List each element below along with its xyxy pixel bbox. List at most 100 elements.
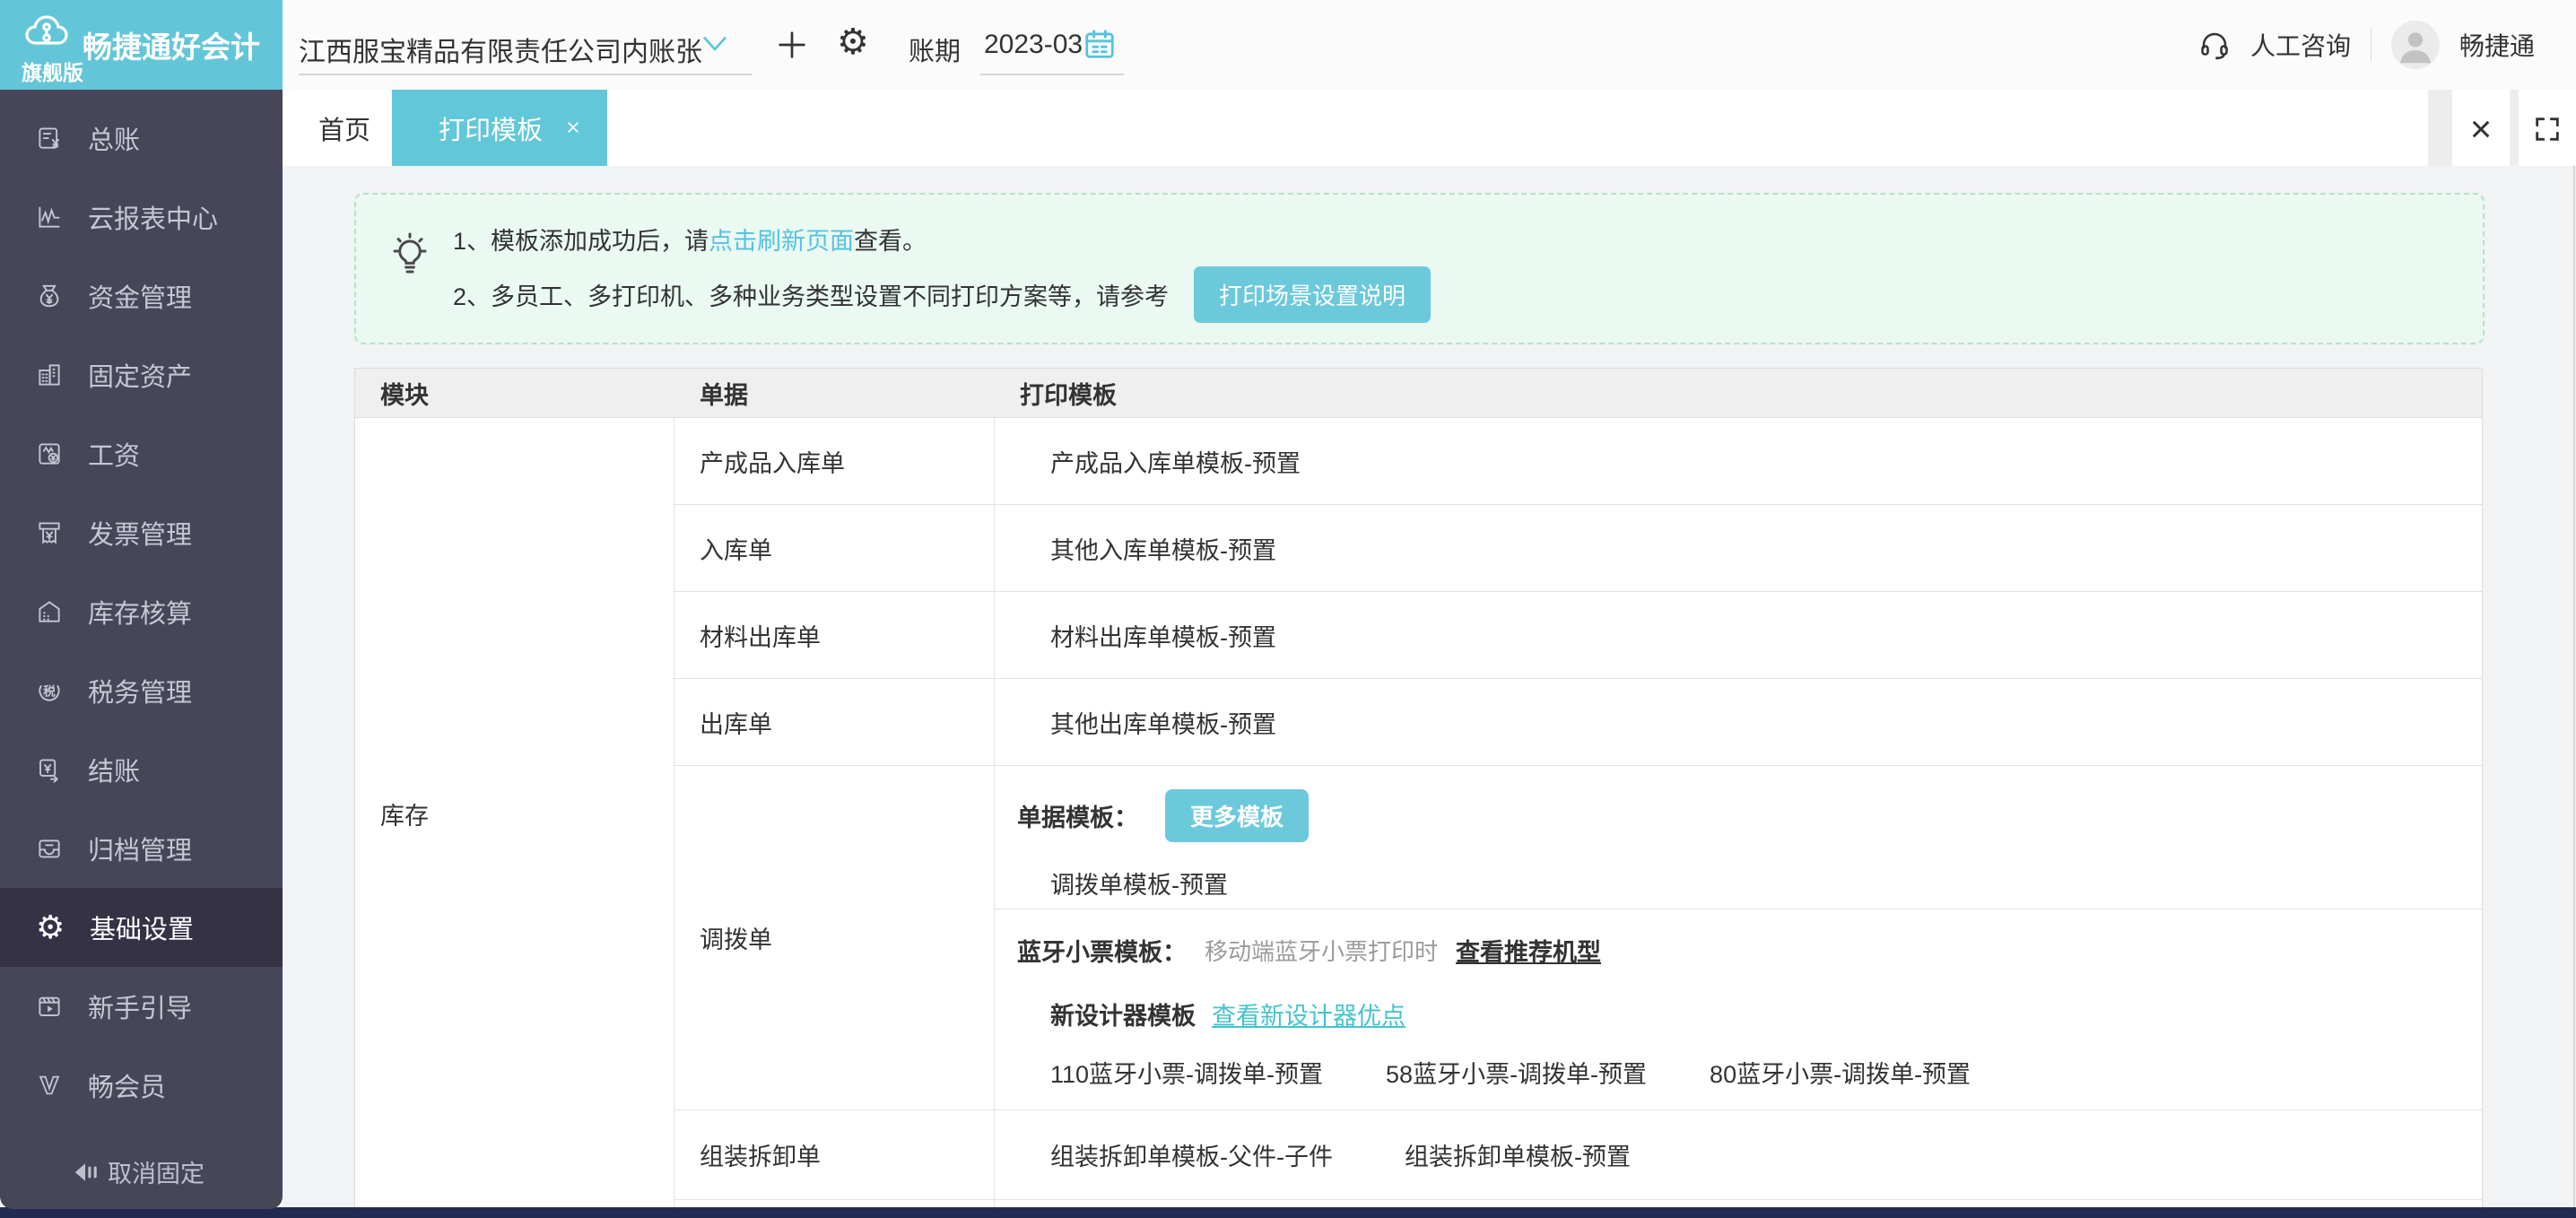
sidebar: 畅捷通好会计 旗舰版 总账 云报表中心 资金管理 固定资产 工资 发票管理 库存… <box>0 0 283 1209</box>
calendar-icon[interactable] <box>1083 27 1117 61</box>
close-page-button[interactable]: × <box>2452 90 2510 169</box>
document-name: 出库单 <box>674 679 995 765</box>
tax-icon: 税 <box>39 684 60 701</box>
template-name[interactable]: 80蓝牙小票-调拨单-预置 <box>1710 1055 1971 1090</box>
app-logo: 畅捷通好会计 旗舰版 <box>0 0 283 90</box>
sidebar-item-salary[interactable]: 工资 <box>0 414 283 493</box>
recommended-models-link[interactable]: 查看推荐机型 <box>1456 933 1601 968</box>
headset-icon[interactable] <box>2198 29 2231 61</box>
avatar[interactable] <box>2390 21 2440 69</box>
document-name: 组装拆卸单 <box>674 1110 995 1199</box>
table-body: 库存 产成品入库单 产成品入库单模板-预置 入库单 其他入库单模板-预置 材料出… <box>355 418 2482 1209</box>
sidebar-item-general-ledger[interactable]: 总账 <box>0 99 283 178</box>
sidebar-item-label: 总账 <box>88 126 141 155</box>
fullscreen-icon <box>2536 117 2559 141</box>
template-name[interactable]: 产成品入库单模板-预置 <box>995 418 2482 504</box>
notice-text: 查看。 <box>854 227 927 255</box>
guide-video-icon <box>39 996 60 1016</box>
sidebar-item-tax[interactable]: 税 税务管理 <box>0 651 283 730</box>
sidebar-item-label: 云报表中心 <box>88 205 219 234</box>
document-name: 入库单 <box>674 505 995 591</box>
sidebar-item-label: 资金管理 <box>88 284 193 313</box>
new-designer-label: 新设计器模板 <box>1050 1003 1196 1030</box>
designer-benefits-link[interactable]: 查看新设计器优点 <box>1212 996 1405 1031</box>
template-name[interactable]: 其他入库单模板-预置 <box>995 505 2482 591</box>
settings-gear-icon[interactable]: ⚙ <box>837 22 869 63</box>
sidebar-item-label: 税务管理 <box>88 679 193 708</box>
period-underline <box>980 74 1124 75</box>
tab-print-template[interactable]: 打印模板 × <box>392 90 607 166</box>
content-area: 1、模板添加成功后，请 点击刷新页面 查看。 2、多员工、多打印机、多种业务类型设置… <box>283 166 2576 1209</box>
table-row: 产成品入库单 产成品入库单模板-预置 <box>674 418 2482 505</box>
bluetooth-hint: 移动端蓝牙小票打印时 <box>1205 938 1439 965</box>
template-name[interactable]: 组装拆卸单模板-父件-子件 <box>1050 1137 1333 1172</box>
fullscreen-button[interactable] <box>2519 90 2576 169</box>
scrollbar[interactable] <box>2573 166 2575 1209</box>
sidebar-item-fixed-assets[interactable]: 固定资产 <box>0 335 283 414</box>
company-underline <box>299 74 752 75</box>
more-templates-button[interactable]: 更多模板 <box>1165 789 1310 842</box>
print-scene-settings-button[interactable]: 打印场景设置说明 <box>1194 266 1432 323</box>
sidebar-item-label: 工资 <box>88 442 141 471</box>
template-name[interactable]: 调拨单模板-预置 <box>1017 866 2482 900</box>
template-name[interactable]: 组装拆卸单模板-预置 <box>1405 1137 1631 1172</box>
template-name[interactable]: 材料出库单模板-预置 <box>995 592 2482 678</box>
period-value[interactable]: 2023-03 <box>984 30 1083 60</box>
unpin-sidebar-button[interactable]: 取消固定 <box>70 1154 205 1189</box>
table-row: 组装拆卸单 组装拆卸单模板-父件-子件 组装拆卸单模板-预置 <box>674 1110 2482 1200</box>
table-header: 模块 单据 打印模板 <box>355 369 2482 418</box>
topbar: 江西服宝精品有限责任公司内账张 ⚙ 账期 2023-03 人工咨询 畅捷通 <box>283 0 2576 90</box>
tab-home[interactable]: 首页 <box>318 90 370 166</box>
sidebar-item-label: 结账 <box>88 758 141 787</box>
document-name: 调拨单 <box>674 766 995 1109</box>
notice-box: 1、模板添加成功后，请 点击刷新页面 查看。 2、多员工、多打印机、多种业务类型设置… <box>354 193 2485 344</box>
sidebar-item-invoices[interactable]: 发票管理 <box>0 493 283 572</box>
sidebar-item-beginner-guide[interactable]: 新手引导 <box>0 967 283 1046</box>
sidebar-item-archive[interactable]: 归档管理 <box>0 809 283 888</box>
money-bag-icon <box>39 284 59 308</box>
sidebar-item-cloud-reports[interactable]: 云报表中心 <box>0 178 283 257</box>
sidebar-item-label: 畅会员 <box>88 1074 167 1102</box>
sidebar-item-label: 基础设置 <box>90 916 195 944</box>
gear-icon: ⚙ <box>36 909 65 945</box>
table-row: 出库单 其他出库单模板-预置 <box>674 679 2482 766</box>
tab-close-icon[interactable]: × <box>566 114 580 142</box>
notice-text: 2、多员工、多打印机、多种业务类型设置不同打印方案等，请参考 <box>453 283 1170 310</box>
template-name[interactable]: 110蓝牙小票-调拨单-预置 <box>1050 1055 1323 1090</box>
sidebar-item-basic-settings[interactable]: ⚙ 基础设置 <box>0 888 283 967</box>
column-header-document: 单据 <box>700 381 748 409</box>
close-icon: × <box>2469 108 2493 150</box>
cloud-logo-icon <box>23 11 74 56</box>
sidebar-menu: 总账 云报表中心 资金管理 固定资产 工资 发票管理 库存核算 税 税务管理 结… <box>0 90 283 1125</box>
ledger-icon <box>39 127 59 149</box>
username[interactable]: 畅捷通 <box>2459 27 2535 63</box>
chevron-down-icon[interactable] <box>701 34 729 54</box>
add-account-button[interactable] <box>774 27 810 63</box>
bottom-bar <box>0 1207 2576 1218</box>
unpin-icon <box>74 1162 97 1181</box>
closing-icon <box>39 759 59 783</box>
window-buttons: × <box>2452 90 2576 169</box>
lightbulb-icon <box>388 232 431 279</box>
sidebar-item-inventory[interactable]: 库存核算 <box>0 572 283 651</box>
archive-icon <box>39 840 60 858</box>
sidebar-item-funds[interactable]: 资金管理 <box>0 257 283 335</box>
sidebar-item-vip-member[interactable]: 畅会员 <box>0 1046 283 1125</box>
refresh-page-link[interactable]: 点击刷新页面 <box>709 222 854 257</box>
document-name: 材料出库单 <box>674 592 995 678</box>
table-row: 材料出库单 材料出库单模板-预置 <box>674 592 2482 679</box>
document-name: 产成品入库单 <box>674 418 995 504</box>
salary-calculator-icon <box>39 443 60 465</box>
module-cell: 库存 <box>355 418 674 1209</box>
company-selector[interactable]: 江西服宝精品有限责任公司内账张 <box>299 30 702 69</box>
notice-line-2: 2、多员工、多打印机、多种业务类型设置不同打印方案等，请参考 打印场景设置说明 <box>453 266 1432 323</box>
template-name[interactable]: 58蓝牙小票-调拨单-预置 <box>1386 1055 1647 1090</box>
period-label: 账期 <box>909 38 962 66</box>
support-link[interactable]: 人工咨询 <box>2250 27 2351 63</box>
sidebar-item-label: 库存核算 <box>88 600 193 629</box>
sidebar-item-closing[interactable]: 结账 <box>0 730 283 809</box>
plus-icon <box>779 31 805 58</box>
app-title: 畅捷通好会计 <box>83 30 260 64</box>
sidebar-item-label: 新手引导 <box>88 995 193 1023</box>
template-name[interactable]: 其他出库单模板-预置 <box>995 679 2482 765</box>
